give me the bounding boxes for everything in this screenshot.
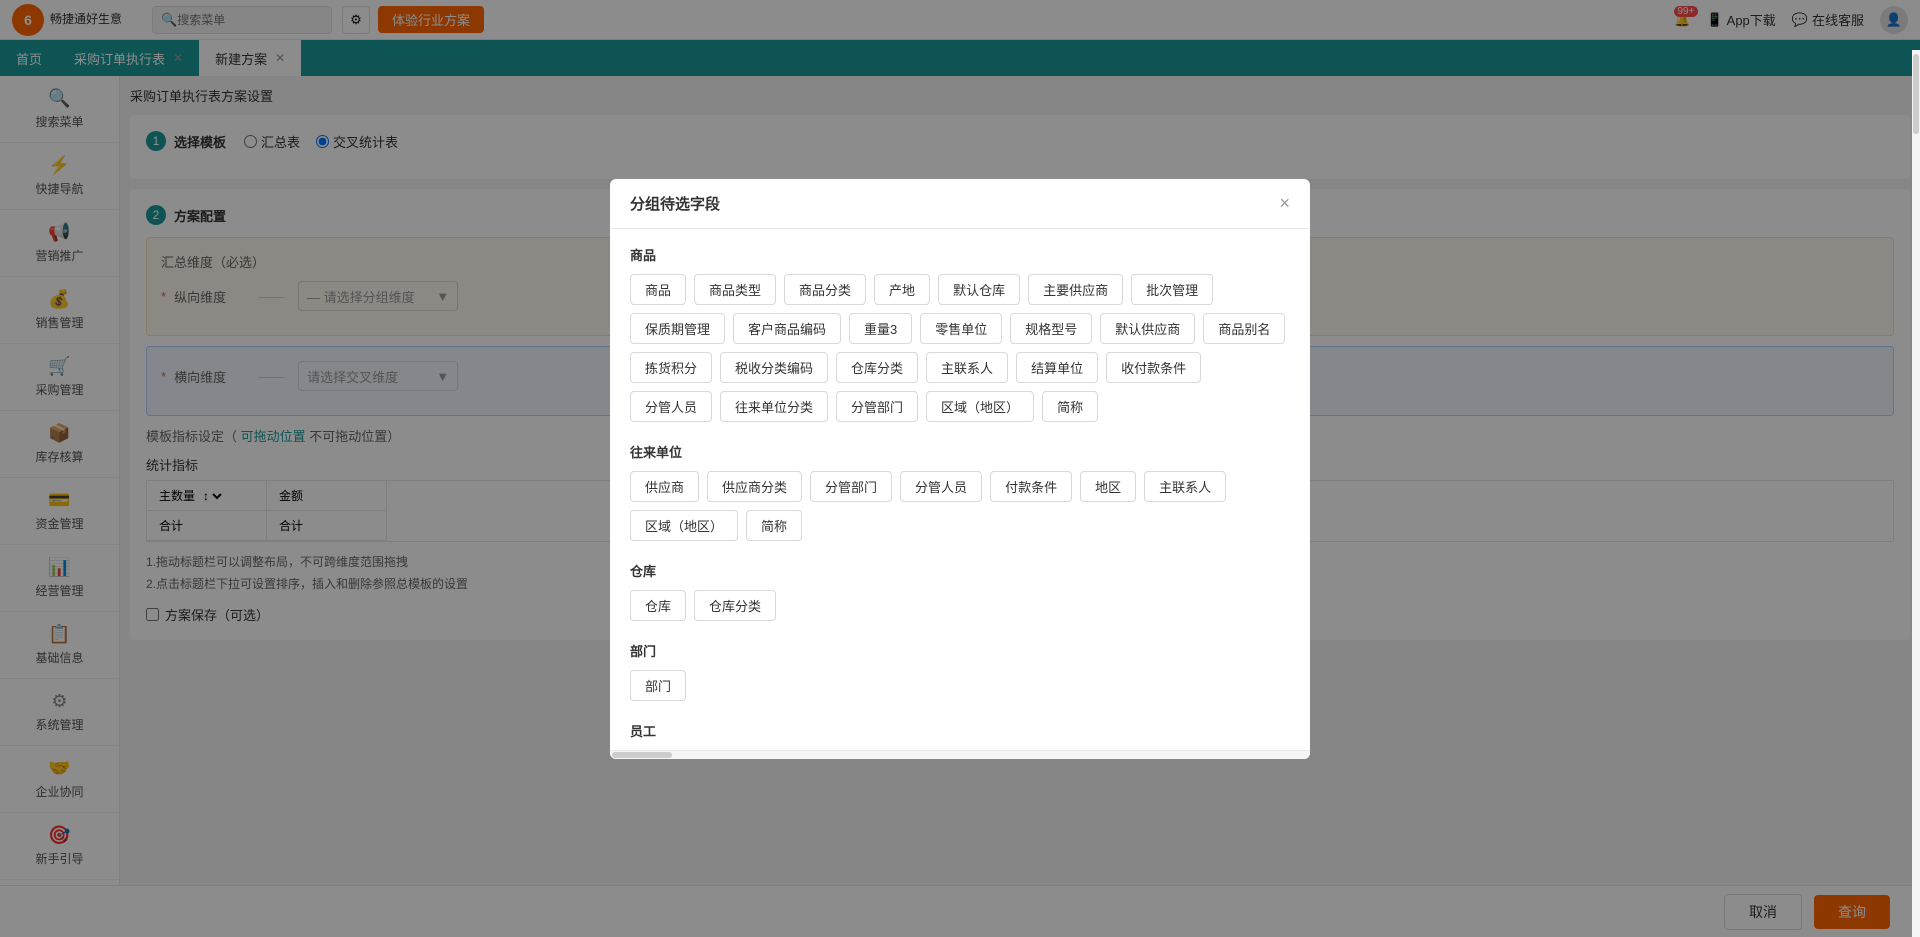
modal-close-button[interactable]: × [1279, 193, 1290, 214]
field-tag[interactable]: 仓库 [630, 590, 686, 621]
section-department: 部门 部门 [630, 641, 1290, 701]
modal-title: 分组待选字段 [630, 193, 720, 214]
field-tag[interactable]: 分管部门 [836, 391, 918, 422]
field-tag[interactable]: 客户商品编码 [733, 313, 841, 344]
field-tag[interactable]: 税收分类编码 [720, 352, 828, 383]
field-tag[interactable]: 拣货积分 [630, 352, 712, 383]
section-employee: 员工 业务员 [630, 721, 1290, 750]
field-tag[interactable]: 零售单位 [920, 313, 1002, 344]
field-tag[interactable]: 简称 [746, 510, 802, 541]
field-tag[interactable]: 产地 [874, 274, 930, 305]
section-partners: 往来单位 供应商 供应商分类 分管部门 分管人员 付款条件 地区 主联系人 区域… [630, 442, 1290, 541]
section-department-title: 部门 [630, 641, 1290, 660]
field-tag[interactable]: 部门 [630, 670, 686, 701]
section-goods: 商品 商品 商品类型 商品分类 产地 默认仓库 主要供应商 批次管理 保质期管理… [630, 245, 1290, 422]
field-tag[interactable]: 收付款条件 [1106, 352, 1201, 383]
modal: 分组待选字段 × 商品 商品 商品类型 商品分类 产地 默认仓库 主要供应商 批… [610, 179, 1310, 759]
field-tag[interactable]: 供应商分类 [707, 471, 802, 502]
field-tag[interactable]: 批次管理 [1131, 274, 1213, 305]
section-warehouse-title: 仓库 [630, 561, 1290, 580]
field-tag[interactable]: 商品 [630, 274, 686, 305]
field-tag[interactable]: 主联系人 [1144, 471, 1226, 502]
field-tag[interactable]: 供应商 [630, 471, 699, 502]
section-warehouse: 仓库 仓库 仓库分类 [630, 561, 1290, 621]
field-tag[interactable]: 区域（地区） [630, 510, 738, 541]
field-tag[interactable]: 结算单位 [1016, 352, 1098, 383]
modal-body: 商品 商品 商品类型 商品分类 产地 默认仓库 主要供应商 批次管理 保质期管理… [610, 229, 1310, 750]
field-tag[interactable]: 商品别名 [1203, 313, 1285, 344]
field-tag[interactable]: 默认仓库 [938, 274, 1020, 305]
horizontal-scroll-thumb [612, 752, 672, 758]
field-tag[interactable]: 付款条件 [990, 471, 1072, 502]
modal-overlay[interactable]: 分组待选字段 × 商品 商品 商品类型 商品分类 产地 默认仓库 主要供应商 批… [0, 0, 1920, 937]
field-tag[interactable]: 规格型号 [1010, 313, 1092, 344]
field-tag[interactable]: 默认供应商 [1100, 313, 1195, 344]
goods-fields: 商品 商品类型 商品分类 产地 默认仓库 主要供应商 批次管理 保质期管理 客户… [630, 274, 1290, 422]
field-tag[interactable]: 仓库分类 [694, 590, 776, 621]
modal-header: 分组待选字段 × [610, 179, 1310, 229]
field-tag[interactable]: 仓库分类 [836, 352, 918, 383]
department-fields: 部门 [630, 670, 1290, 701]
partners-fields: 供应商 供应商分类 分管部门 分管人员 付款条件 地区 主联系人 区域（地区） … [630, 471, 1290, 541]
field-tag[interactable]: 商品类型 [694, 274, 776, 305]
field-tag[interactable]: 区域（地区） [926, 391, 1034, 422]
field-tag[interactable]: 保质期管理 [630, 313, 725, 344]
field-tag[interactable]: 主要供应商 [1028, 274, 1123, 305]
field-tag[interactable]: 分管部门 [810, 471, 892, 502]
field-tag[interactable]: 简称 [1042, 391, 1098, 422]
section-employee-title: 员工 [630, 721, 1290, 740]
section-partners-title: 往来单位 [630, 442, 1290, 461]
warehouse-fields: 仓库 仓库分类 [630, 590, 1290, 621]
field-tag[interactable]: 分管人员 [630, 391, 712, 422]
modal-horizontal-scrollbar[interactable] [610, 750, 1310, 759]
field-tag[interactable]: 主联系人 [926, 352, 1008, 383]
field-tag[interactable]: 重量3 [849, 313, 912, 344]
field-tag[interactable]: 分管人员 [900, 471, 982, 502]
section-goods-title: 商品 [630, 245, 1290, 264]
field-tag[interactable]: 商品分类 [784, 274, 866, 305]
field-tag[interactable]: 地区 [1080, 471, 1136, 502]
field-tag[interactable]: 往来单位分类 [720, 391, 828, 422]
